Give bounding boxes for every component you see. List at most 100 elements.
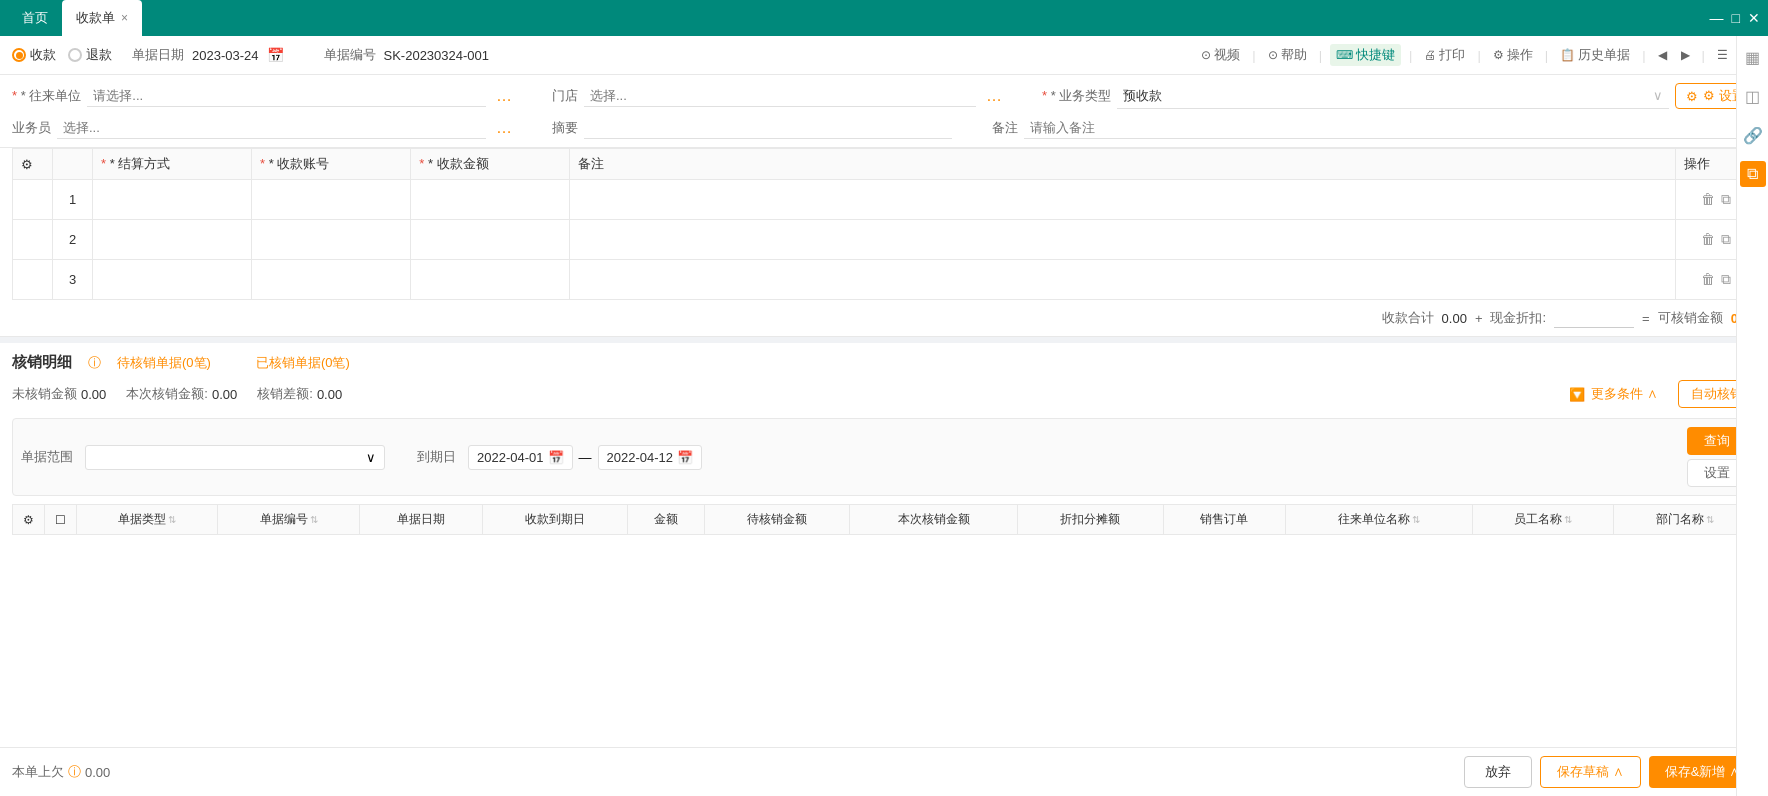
close-button[interactable]: ✕	[1748, 10, 1760, 26]
radio-refund[interactable]: 退款	[68, 46, 112, 64]
row3-delete-icon[interactable]: 🗑	[1701, 271, 1715, 288]
nav-next-btn[interactable]: ▶	[1677, 46, 1694, 64]
col-settings-header[interactable]: ⚙	[13, 149, 53, 180]
list-view-btn[interactable]: ☰	[1713, 46, 1732, 64]
tab-close-icon[interactable]: ×	[121, 11, 128, 25]
print-btn[interactable]: 🖨 打印	[1420, 44, 1469, 66]
date-from-input[interactable]: 2022-04-01 📅	[468, 445, 573, 470]
plus-sign: +	[1475, 311, 1483, 326]
table-row: 1 🗑 ⧉	[13, 180, 1756, 220]
row2-amount[interactable]	[411, 220, 570, 260]
row1-account[interactable]	[252, 180, 411, 220]
main-content: 收款 退款 单据日期 2023-03-24 📅 单据编号 SK-20230324…	[0, 36, 1768, 796]
done-tab[interactable]: 已核销单据(0笔)	[256, 354, 350, 372]
maximize-button[interactable]: □	[1732, 10, 1740, 26]
unverified-stat: 未核销金额 0.00	[12, 385, 106, 403]
col-payment-method-header: * 结算方式	[93, 149, 252, 180]
save-draft-button[interactable]: 保存草稿 ∧	[1540, 756, 1641, 788]
col-num-header	[53, 149, 93, 180]
video-btn[interactable]: ⊙ 视频	[1197, 44, 1244, 66]
vcol-checkbox[interactable]: ☐	[45, 505, 77, 535]
minimize-button[interactable]: —	[1710, 10, 1724, 26]
date-section: 单据日期 2023-03-24 📅	[132, 46, 284, 64]
row3-payment-method[interactable]	[93, 260, 252, 300]
history-btn[interactable]: 📋 历史单据	[1556, 44, 1634, 66]
date-to-input[interactable]: 2022-04-12 📅	[598, 445, 703, 470]
sidebar-doc-icon[interactable]: ◫	[1741, 83, 1764, 110]
row2-note[interactable]	[570, 220, 1676, 260]
verify-info-icon[interactable]: ⓘ	[88, 354, 101, 372]
tab-receipt[interactable]: 收款单 ×	[62, 0, 142, 36]
tab-bar: 首页 收款单 × — □ ✕	[0, 0, 1768, 36]
sidebar-expand-icon[interactable]: ⧉	[1740, 161, 1766, 187]
pending-tab[interactable]: 待核销单据(0笔)	[117, 354, 211, 372]
vcol-discount: 折扣分摊额	[1018, 505, 1163, 535]
remark-group: 备注	[992, 117, 1756, 139]
calendar-icon[interactable]: 📅	[267, 47, 284, 63]
vcol-doc-type: 单据类型⇅	[77, 505, 218, 535]
shortcut-btn[interactable]: ⌨ 快捷键	[1330, 44, 1401, 66]
tab-home[interactable]: 首页	[8, 0, 62, 36]
discount-label: 现金折扣:	[1490, 309, 1546, 327]
row3-copy-icon[interactable]: ⧉	[1721, 271, 1731, 288]
business-type-group: * 业务类型 预收款 ∨ ⚙ ⚙ 设置	[1042, 83, 1756, 109]
discard-button[interactable]: 放弃	[1464, 756, 1532, 788]
row3-note[interactable]	[570, 260, 1676, 300]
row2-account[interactable]	[252, 220, 411, 260]
row1-amount[interactable]	[411, 180, 570, 220]
row1-payment-method[interactable]	[93, 180, 252, 220]
sidebar-link-icon[interactable]: 🔗	[1739, 122, 1767, 149]
row2-payment-method[interactable]	[93, 220, 252, 260]
row1-delete-icon[interactable]: 🗑	[1701, 191, 1715, 208]
store-input[interactable]	[584, 85, 976, 107]
operations-btn[interactable]: ⚙ 操作	[1489, 44, 1537, 66]
diff-stat: 核销差额: 0.00	[257, 385, 342, 403]
settings-icon: ⚙	[1686, 89, 1698, 104]
dropdown-arrow-icon: ∨	[1653, 88, 1663, 103]
dropdown-icon: ∨	[366, 450, 376, 465]
right-sidebar: ▦ ◫ 🔗 ⧉	[1736, 36, 1768, 796]
vcol-due-date: 收款到期日	[482, 505, 627, 535]
row2-delete-icon[interactable]: 🗑	[1701, 231, 1715, 248]
staff-more-icon[interactable]: …	[496, 119, 512, 137]
vcol-staff: 员工名称⇅	[1472, 505, 1613, 535]
counterpart-input[interactable]	[87, 85, 486, 107]
verify-section: 核销明细 ⓘ 待核销单据(0笔) 已核销单据(0笔) 未核销金额 0.00 本次…	[0, 337, 1768, 545]
staff-input[interactable]	[57, 117, 486, 139]
vcol-counterpart: 往来单位名称⇅	[1286, 505, 1473, 535]
verify-table-header: ⚙ ☐ 单据类型⇅ 单据编号⇅ 单据日期 收款到期日 金额 待核销金额 本次核销…	[13, 505, 1756, 535]
help-btn[interactable]: ⊙ 帮助	[1264, 44, 1311, 66]
verifiable-label: 可核销金额	[1658, 309, 1723, 327]
discount-input[interactable]	[1554, 308, 1634, 328]
more-conditions-btn[interactable]: 🔽 更多条件 ∧	[1569, 385, 1658, 403]
row3-account[interactable]	[252, 260, 411, 300]
nav-prev-btn[interactable]: ◀	[1654, 46, 1671, 64]
counterpart-more-icon[interactable]: …	[496, 87, 512, 105]
doc-range-select[interactable]: ∨	[85, 445, 385, 470]
cal-icon: 📅	[548, 450, 564, 465]
radio-refund-circle	[68, 48, 82, 62]
bottom-value: 0.00	[85, 765, 110, 780]
verify-title: 核销明细	[12, 353, 72, 372]
business-type-select[interactable]: 预收款 ∨	[1117, 84, 1669, 109]
row2-copy-icon[interactable]: ⧉	[1721, 231, 1731, 248]
gear-icon: ⚙	[21, 157, 33, 172]
cal-icon2: 📅	[677, 450, 693, 465]
summary-input[interactable]	[584, 117, 952, 139]
remark-input[interactable]	[1024, 117, 1756, 139]
table-area: ⚙ * 结算方式 * 收款账号 * 收款金额 备注 操作	[0, 148, 1768, 300]
toolbar-right: ⊙ 视频 | ⊙ 帮助 | ⌨ 快捷键 | 🖨 打印 | ⚙ 操作 | 📋 历史…	[1197, 44, 1756, 66]
bottom-info-icon[interactable]: ⓘ	[68, 763, 81, 781]
store-more-icon[interactable]: …	[986, 87, 1002, 105]
row1-copy-icon[interactable]: ⧉	[1721, 191, 1731, 208]
stats-row: 未核销金额 0.00 本次核销金额: 0.00 核销差额: 0.00 🔽 更多条…	[12, 380, 1756, 408]
vcol-amount: 金额	[627, 505, 704, 535]
bottom-info: 本单上欠 ⓘ 0.00	[12, 763, 110, 781]
sidebar-table-icon[interactable]: ▦	[1741, 44, 1764, 71]
radio-receipt[interactable]: 收款	[12, 46, 56, 64]
vcol-doc-date: 单据日期	[359, 505, 482, 535]
vcol-settings[interactable]: ⚙	[13, 505, 45, 535]
row3-amount[interactable]	[411, 260, 570, 300]
vcol-pending: 待核销金额	[705, 505, 850, 535]
row1-note[interactable]	[570, 180, 1676, 220]
